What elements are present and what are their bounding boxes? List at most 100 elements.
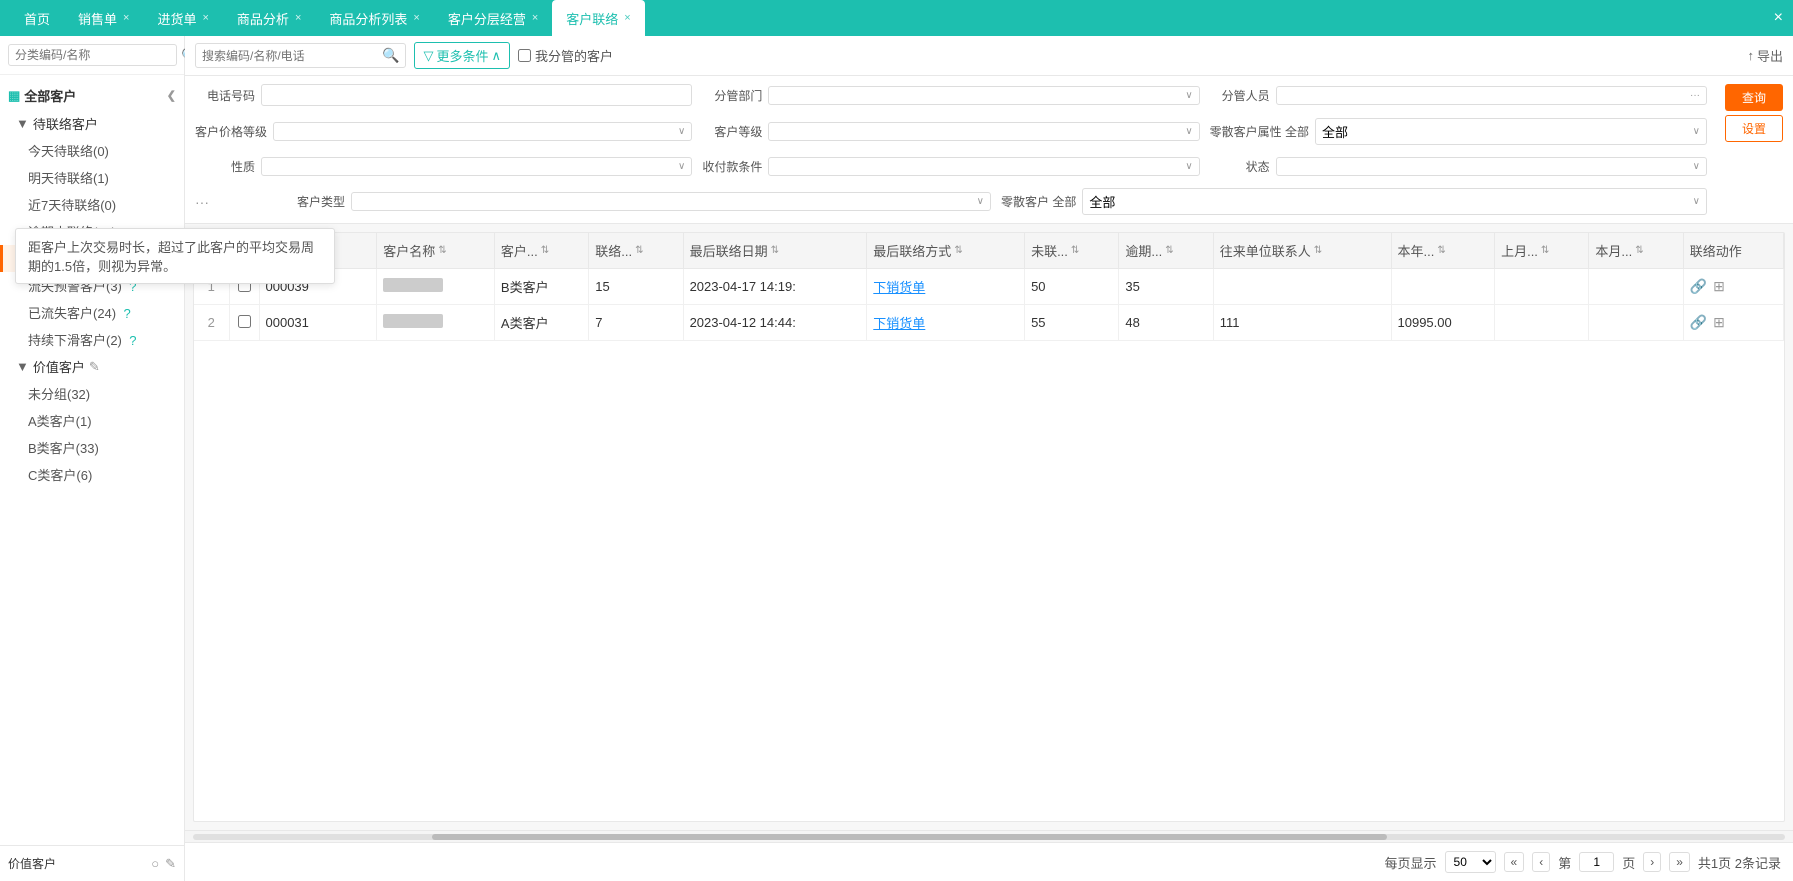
col-contact-count-header: 联络...⇅: [589, 233, 683, 269]
retail-customer-chevron-icon: ∨: [1693, 196, 1700, 207]
sidebar-item-7day-pending[interactable]: 近7天待联络(0): [0, 191, 184, 218]
filter-row-1: 电话号码 分管部门 ∨ 分管人员: [195, 84, 1707, 106]
payment-select[interactable]: ∨: [768, 157, 1199, 176]
action-link-icon-2[interactable]: 🔗: [1690, 314, 1707, 331]
sidebar-item-a-class[interactable]: A类客户(1): [0, 407, 184, 434]
this-year-sort-icon[interactable]: ⇅: [1437, 245, 1445, 256]
uncontact-sort-icon[interactable]: ⇅: [1071, 245, 1079, 256]
top-navigation: 首页 销售单 × 进货单 × 商品分析 × 商品分析列表 × 客户分层经营 × …: [0, 0, 1793, 36]
nav-item-analysis[interactable]: 商品分析 ×: [223, 0, 315, 36]
page-size-select[interactable]: 50 100 200: [1445, 851, 1496, 873]
nav-item-purchase[interactable]: 进货单 ×: [143, 0, 222, 36]
nature-select[interactable]: ∨: [261, 157, 692, 176]
customer-level-select[interactable]: ∨: [768, 122, 1199, 141]
this-month-sort-icon[interactable]: ⇅: [1635, 245, 1643, 256]
row-2-checkbox[interactable]: [238, 315, 251, 328]
col-last-contact-date-header: 最后联络日期⇅: [683, 233, 867, 269]
first-page-btn[interactable]: «: [1504, 852, 1525, 872]
sidebar-item-declining[interactable]: 持续下滑客户(2) ?: [0, 326, 184, 353]
next-page-btn[interactable]: ›: [1643, 852, 1661, 872]
horizontal-scrollbar[interactable]: [185, 830, 1793, 842]
churned-info-icon[interactable]: ?: [123, 306, 130, 321]
overdue-sort-icon[interactable]: ⇅: [1165, 245, 1173, 256]
prev-page-btn[interactable]: ‹: [1532, 852, 1550, 872]
my-customers-checkbox[interactable]: [518, 49, 531, 62]
row-last-date-2: 2023-04-12 14:44:: [683, 305, 867, 341]
sidebar-item-b-class[interactable]: B类客户(33): [0, 434, 184, 461]
nav-close-segment[interactable]: ×: [532, 12, 538, 24]
tooltip-box: 距客户上次交易时长，超过了此客户的平均交易周期的1.5倍，则视为异常。: [15, 228, 335, 284]
declining-info-icon[interactable]: ?: [129, 333, 136, 348]
nav-close-sales[interactable]: ×: [123, 12, 129, 24]
sidebar-all-customers[interactable]: ▦ 全部客户 ❮: [0, 81, 184, 110]
sidebar-circle-icon[interactable]: ○: [151, 856, 159, 872]
row-num-2: 2: [194, 305, 229, 341]
filter-cell-nature: 性质 ∨: [195, 157, 692, 176]
export-button[interactable]: ↑ 导出: [1747, 46, 1783, 65]
row-name-1: [377, 269, 495, 305]
dept-select[interactable]: ∨: [768, 86, 1199, 105]
contact-count-sort-icon[interactable]: ⇅: [635, 245, 643, 256]
action-grid-icon-2[interactable]: ⊞: [1713, 314, 1725, 331]
row-last-method-2[interactable]: 下销货单: [867, 305, 1025, 341]
sidebar-item-today-pending[interactable]: 今天待联络(0): [0, 137, 184, 164]
page-prefix-label: 第: [1558, 853, 1571, 872]
retail-customer-select[interactable]: 全部 ∨: [1082, 188, 1707, 215]
sidebar-pending-group[interactable]: ▼ 待联络客户: [0, 110, 184, 137]
col-contact-person-header: 往来单位联系人⇅: [1213, 233, 1391, 269]
last-method-sort-icon[interactable]: ⇅: [954, 245, 962, 256]
customer-type-select[interactable]: ∨: [351, 192, 991, 211]
filter-row-3: 性质 ∨ 收付款条件 ∨: [195, 157, 1707, 176]
query-button[interactable]: 查询: [1725, 84, 1783, 111]
page-size-label: 每页显示: [1385, 853, 1437, 872]
status-chevron-icon: ∨: [1693, 161, 1700, 172]
sidebar-search-input[interactable]: [8, 44, 177, 66]
nav-item-customer-contact[interactable]: 客户联络 ×: [552, 0, 644, 36]
last-page-btn[interactable]: »: [1669, 852, 1690, 872]
nav-item-analysis-list[interactable]: 商品分析列表 ×: [315, 0, 433, 36]
value-edit-icon[interactable]: ✎: [89, 359, 100, 375]
retail-attr-select[interactable]: 全部 ∨: [1315, 118, 1707, 145]
sidebar-edit-icon[interactable]: ✎: [165, 856, 176, 872]
customer-name-blur-2: [383, 314, 443, 328]
ellipsis-icon[interactable]: ···: [195, 194, 209, 210]
phone-input[interactable]: [261, 84, 692, 106]
last-month-sort-icon[interactable]: ⇅: [1541, 245, 1549, 256]
window-close-button[interactable]: ×: [1774, 9, 1783, 27]
sidebar-item-c-class[interactable]: C类客户(6): [0, 461, 184, 488]
status-select[interactable]: ∨: [1276, 157, 1707, 176]
person-select[interactable]: ···: [1276, 86, 1707, 105]
nav-close-contact[interactable]: ×: [624, 12, 630, 24]
more-conditions-btn[interactable]: ▽ 更多条件 ∧: [414, 42, 510, 69]
name-sort-icon[interactable]: ⇅: [438, 245, 446, 256]
action-grid-icon-1[interactable]: ⊞: [1713, 278, 1725, 295]
nav-close-purchase[interactable]: ×: [202, 12, 208, 24]
person-sort-icon[interactable]: ⇅: [1314, 245, 1322, 256]
main-search-input[interactable]: [202, 49, 382, 63]
row-last-month-2: [1495, 305, 1589, 341]
col-last-month-header: 上月...⇅: [1495, 233, 1589, 269]
sidebar-item-ungrouped[interactable]: 未分组(32): [0, 380, 184, 407]
last-date-sort-icon[interactable]: ⇅: [771, 245, 779, 256]
main-search-icon[interactable]: 🔍: [382, 47, 399, 64]
filter-cell-payment: 收付款条件 ∨: [702, 157, 1199, 176]
settings-button[interactable]: 设置: [1725, 115, 1783, 142]
row-type-2: A类客户: [494, 305, 588, 341]
nav-close-analysis[interactable]: ×: [295, 12, 301, 24]
col-name-header: 客户名称⇅: [377, 233, 495, 269]
price-level-select[interactable]: ∨: [273, 122, 692, 141]
sidebar-item-churned[interactable]: 已流失客户(24) ?: [0, 299, 184, 326]
nav-item-home[interactable]: 首页: [10, 0, 64, 36]
customer-table-area: ⚙ 客户编码⇅ 客户名称⇅ 客户...⇅: [193, 232, 1785, 822]
nav-item-customer-segment[interactable]: 客户分层经营 ×: [434, 0, 552, 36]
sidebar-item-tomorrow-pending[interactable]: 明天待联络(1): [0, 164, 184, 191]
type-sort-icon[interactable]: ⇅: [541, 245, 549, 256]
table-row: 1 000039 B类客户 15 2023-04-17 14:19: 下销货单 …: [194, 269, 1784, 305]
row-last-method-1[interactable]: 下销货单: [867, 269, 1025, 305]
page-number-input[interactable]: [1579, 852, 1614, 872]
nav-item-sales[interactable]: 销售单 ×: [64, 0, 143, 36]
nav-close-analysis-list[interactable]: ×: [413, 12, 419, 24]
sidebar-value-customers-group[interactable]: ▼ 价值客户 ✎: [0, 353, 184, 380]
row-name-2: [377, 305, 495, 341]
action-link-icon-1[interactable]: 🔗: [1690, 278, 1707, 295]
